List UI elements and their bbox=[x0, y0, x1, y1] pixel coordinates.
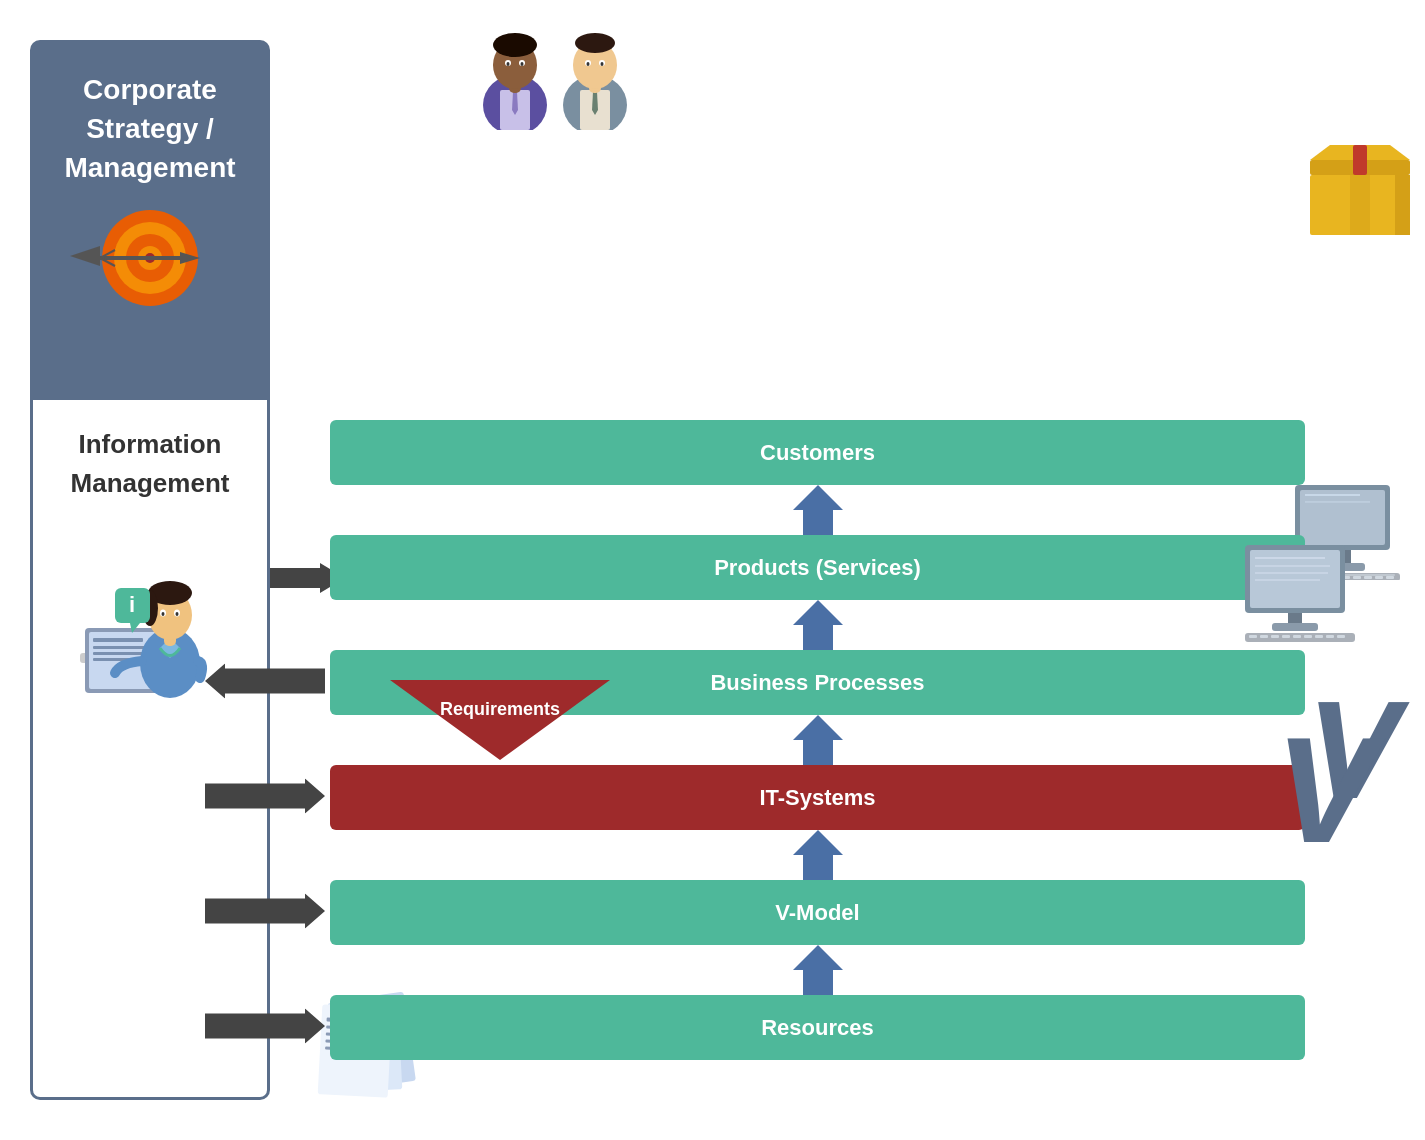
svg-marker-9 bbox=[70, 246, 100, 266]
svg-rect-72 bbox=[1375, 576, 1383, 579]
svg-rect-119 bbox=[1315, 635, 1323, 638]
v-letter-overlay: V bbox=[1275, 715, 1375, 865]
svg-marker-94 bbox=[793, 600, 843, 650]
target-icon bbox=[100, 208, 200, 308]
arrow-up-5 bbox=[330, 945, 1305, 995]
it-systems-bar: IT-Systems bbox=[330, 765, 1305, 830]
svg-rect-115 bbox=[1271, 635, 1279, 638]
requirements-triangle: Requirements bbox=[390, 680, 610, 764]
info-mgmt-title-line2: Management bbox=[71, 464, 230, 503]
svg-marker-103 bbox=[205, 1008, 325, 1043]
svg-marker-97 bbox=[205, 663, 325, 698]
svg-rect-118 bbox=[1304, 635, 1312, 638]
svg-rect-53 bbox=[1353, 145, 1367, 175]
info-mgmt-title-line1: Information bbox=[79, 425, 222, 464]
svg-text:Requirements: Requirements bbox=[440, 699, 560, 719]
svg-point-25 bbox=[162, 612, 165, 616]
corporate-title: Corporate bbox=[83, 70, 217, 109]
products-bar: Products (Services) bbox=[330, 535, 1305, 600]
svg-marker-101 bbox=[205, 893, 325, 928]
monitor-overlay bbox=[1240, 540, 1370, 649]
it-systems-row: IT-Systems bbox=[330, 765, 1305, 830]
svg-rect-113 bbox=[1249, 635, 1257, 638]
svg-rect-117 bbox=[1293, 635, 1301, 638]
svg-rect-111 bbox=[1272, 623, 1318, 631]
v-model-row: V-Model bbox=[330, 880, 1305, 945]
svg-marker-99 bbox=[205, 778, 325, 813]
layers-stack: Customers Products (Services) bbox=[330, 330, 1305, 1110]
resources-bar: Resources bbox=[330, 995, 1305, 1060]
arrow-up-2 bbox=[330, 600, 1305, 650]
svg-point-50 bbox=[601, 62, 604, 66]
svg-rect-116 bbox=[1282, 635, 1290, 638]
svg-rect-120 bbox=[1326, 635, 1334, 638]
svg-point-39 bbox=[507, 62, 510, 66]
svg-marker-100 bbox=[793, 830, 843, 880]
business-left-arrow bbox=[205, 663, 325, 702]
left-panel: Corporate Strategy / Management bbox=[0, 0, 270, 1140]
it-systems-left-arrow bbox=[205, 778, 325, 817]
svg-rect-73 bbox=[1386, 576, 1394, 579]
business-row: Business Processes Requirements bbox=[330, 650, 1305, 715]
svg-marker-55 bbox=[1395, 175, 1410, 235]
resources-row: Resources bbox=[330, 995, 1305, 1060]
customers-figures bbox=[470, 10, 640, 130]
management-title: Management bbox=[64, 148, 235, 187]
arrow-up-4 bbox=[330, 830, 1305, 880]
svg-marker-98 bbox=[793, 715, 843, 765]
svg-text:i: i bbox=[129, 592, 135, 617]
svg-rect-58 bbox=[1300, 490, 1385, 545]
svg-marker-95 bbox=[390, 680, 610, 760]
svg-rect-56 bbox=[1350, 175, 1370, 235]
svg-rect-114 bbox=[1260, 635, 1268, 638]
corporate-strategy-box: Corporate Strategy / Management bbox=[30, 40, 270, 400]
package-icon bbox=[1305, 130, 1415, 244]
arrow-up-1 bbox=[330, 485, 1305, 535]
svg-point-26 bbox=[176, 612, 179, 616]
svg-rect-13 bbox=[93, 638, 143, 642]
strategy-title: Strategy / bbox=[86, 109, 214, 148]
v-model-left-arrow bbox=[205, 893, 325, 932]
products-row: Products (Services) bbox=[330, 535, 1305, 600]
info-mgmt-box: Information Management bbox=[30, 400, 270, 1100]
svg-rect-121 bbox=[1337, 635, 1345, 638]
svg-marker-93 bbox=[793, 485, 843, 535]
target-arrow-left bbox=[70, 246, 100, 270]
customers-row: Customers bbox=[330, 420, 1305, 485]
svg-point-46 bbox=[575, 33, 615, 53]
resources-left-arrow bbox=[205, 1008, 325, 1047]
svg-rect-15 bbox=[93, 652, 148, 655]
v-model-bar: V-Model bbox=[330, 880, 1305, 945]
svg-marker-102 bbox=[793, 945, 843, 995]
customers-bar: Customers bbox=[330, 420, 1305, 485]
svg-point-40 bbox=[521, 62, 524, 66]
svg-point-36 bbox=[493, 33, 537, 57]
svg-point-49 bbox=[587, 62, 590, 66]
